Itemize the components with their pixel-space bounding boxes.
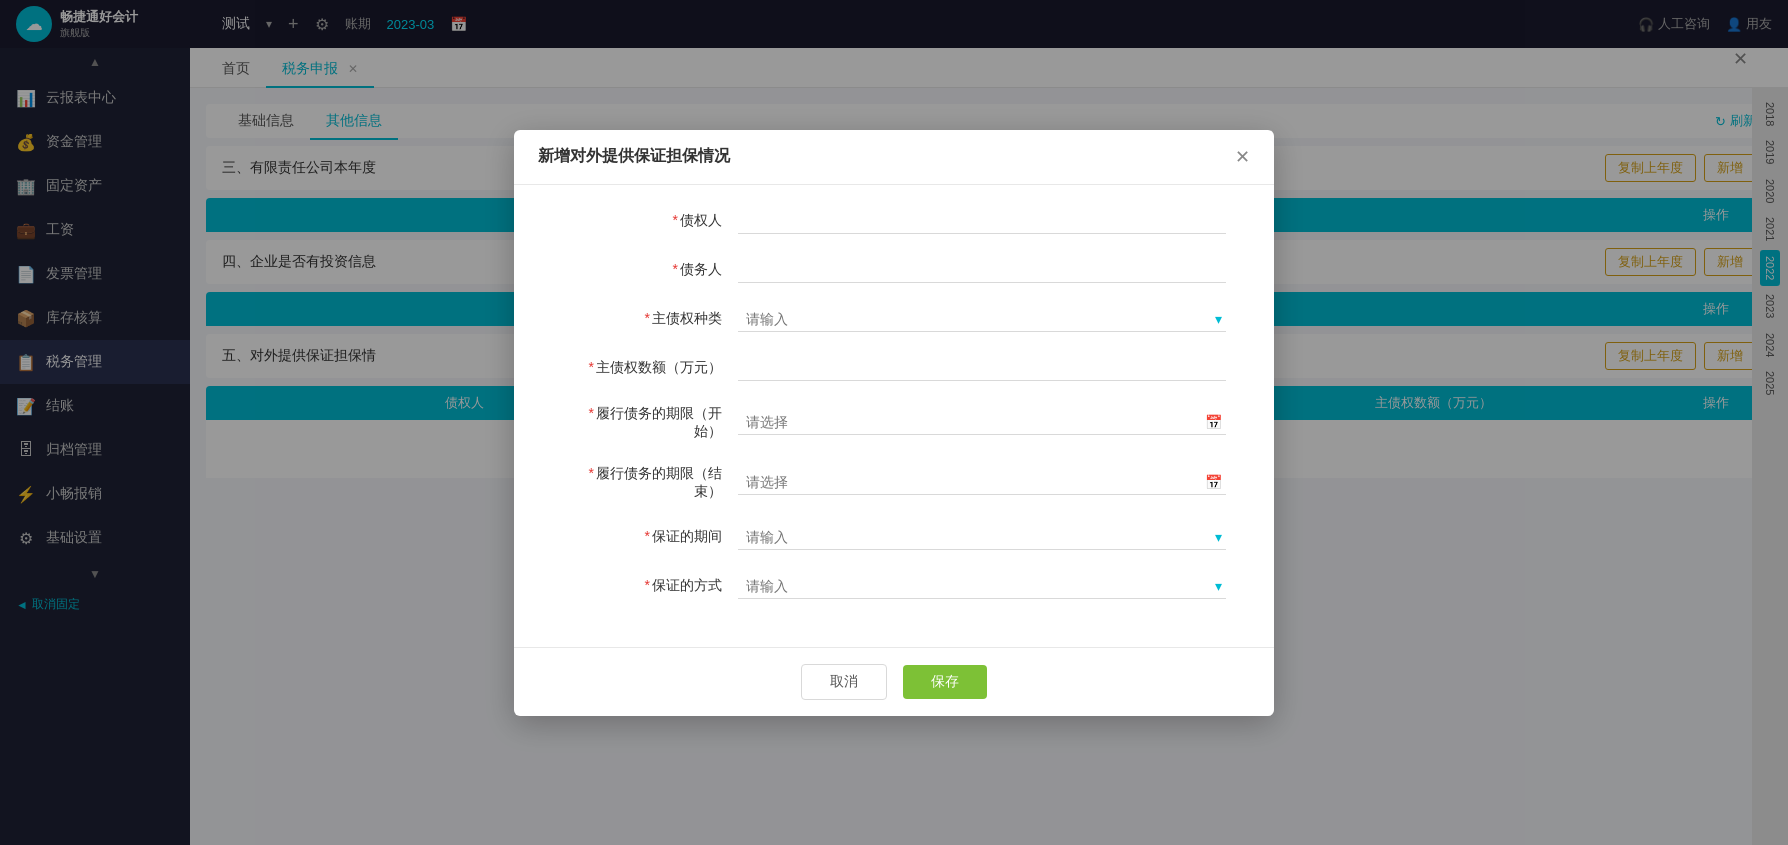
guarantee-method-arrow[interactable]: ▾ [1215,578,1226,594]
guarantee-period-wrap: ▾ [738,525,1226,550]
debtor-input[interactable] [738,258,1226,283]
guarantee-method-wrap: ▾ [738,574,1226,599]
debt-period-start-label: *履行债务的期限（开始） [562,405,722,441]
date-end-cal-icon[interactable]: 📅 [1205,474,1226,490]
dialog-title: 新增对外提供保证担保情况 [538,146,730,167]
debt-period-start-input[interactable] [738,410,1205,434]
form-row-debt-period-start: *履行债务的期限（开始） 📅 [562,405,1226,441]
dialog-footer: 取消 保存 [514,647,1274,716]
form-row-guarantee-method: *保证的方式 ▾ [562,574,1226,599]
main-creditor-amount-label: *主债权数额（万元） [562,359,722,377]
form-row-main-creditor-amount: *主债权数额（万元） [562,356,1226,381]
save-button[interactable]: 保存 [903,665,987,699]
main-creditor-type-label: *主债权种类 [562,310,722,328]
dialog-close-button[interactable]: ✕ [1235,146,1250,168]
creditor-label: *债权人 [562,212,722,230]
modal-overlay: 新增对外提供保证担保情况 ✕ *债权人 *债务人 *主债权种类 [0,0,1788,845]
cancel-button[interactable]: 取消 [801,664,887,700]
guarantee-method-input[interactable] [738,574,1215,598]
date-start-cal-icon[interactable]: 📅 [1205,414,1226,430]
form-row-debtor: *债务人 [562,258,1226,283]
guarantee-method-label: *保证的方式 [562,577,722,595]
main-creditor-type-arrow[interactable]: ▾ [1215,311,1226,327]
debt-period-end-input[interactable] [738,470,1205,494]
main-creditor-type-input[interactable] [738,307,1215,331]
debt-period-end-wrap: 📅 [738,470,1226,495]
creditor-input[interactable] [738,209,1226,234]
main-creditor-amount-input[interactable] [738,356,1226,381]
form-row-main-creditor-type: *主债权种类 ▾ [562,307,1226,332]
guarantee-period-input[interactable] [738,525,1215,549]
guarantee-period-label: *保证的期间 [562,528,722,546]
form-row-guarantee-period: *保证的期间 ▾ [562,525,1226,550]
main-creditor-type-wrap: ▾ [738,307,1226,332]
dialog-body: *债权人 *债务人 *主债权种类 ▾ [514,185,1274,647]
dialog: 新增对外提供保证担保情况 ✕ *债权人 *债务人 *主债权种类 [514,130,1274,716]
form-row-creditor: *债权人 [562,209,1226,234]
debt-period-end-label: *履行债务的期限（结束） [562,465,722,501]
form-row-debt-period-end: *履行债务的期限（结束） 📅 [562,465,1226,501]
debt-period-start-wrap: 📅 [738,410,1226,435]
debtor-label: *债务人 [562,261,722,279]
dialog-header: 新增对外提供保证担保情况 ✕ [514,130,1274,185]
guarantee-period-arrow[interactable]: ▾ [1215,529,1226,545]
